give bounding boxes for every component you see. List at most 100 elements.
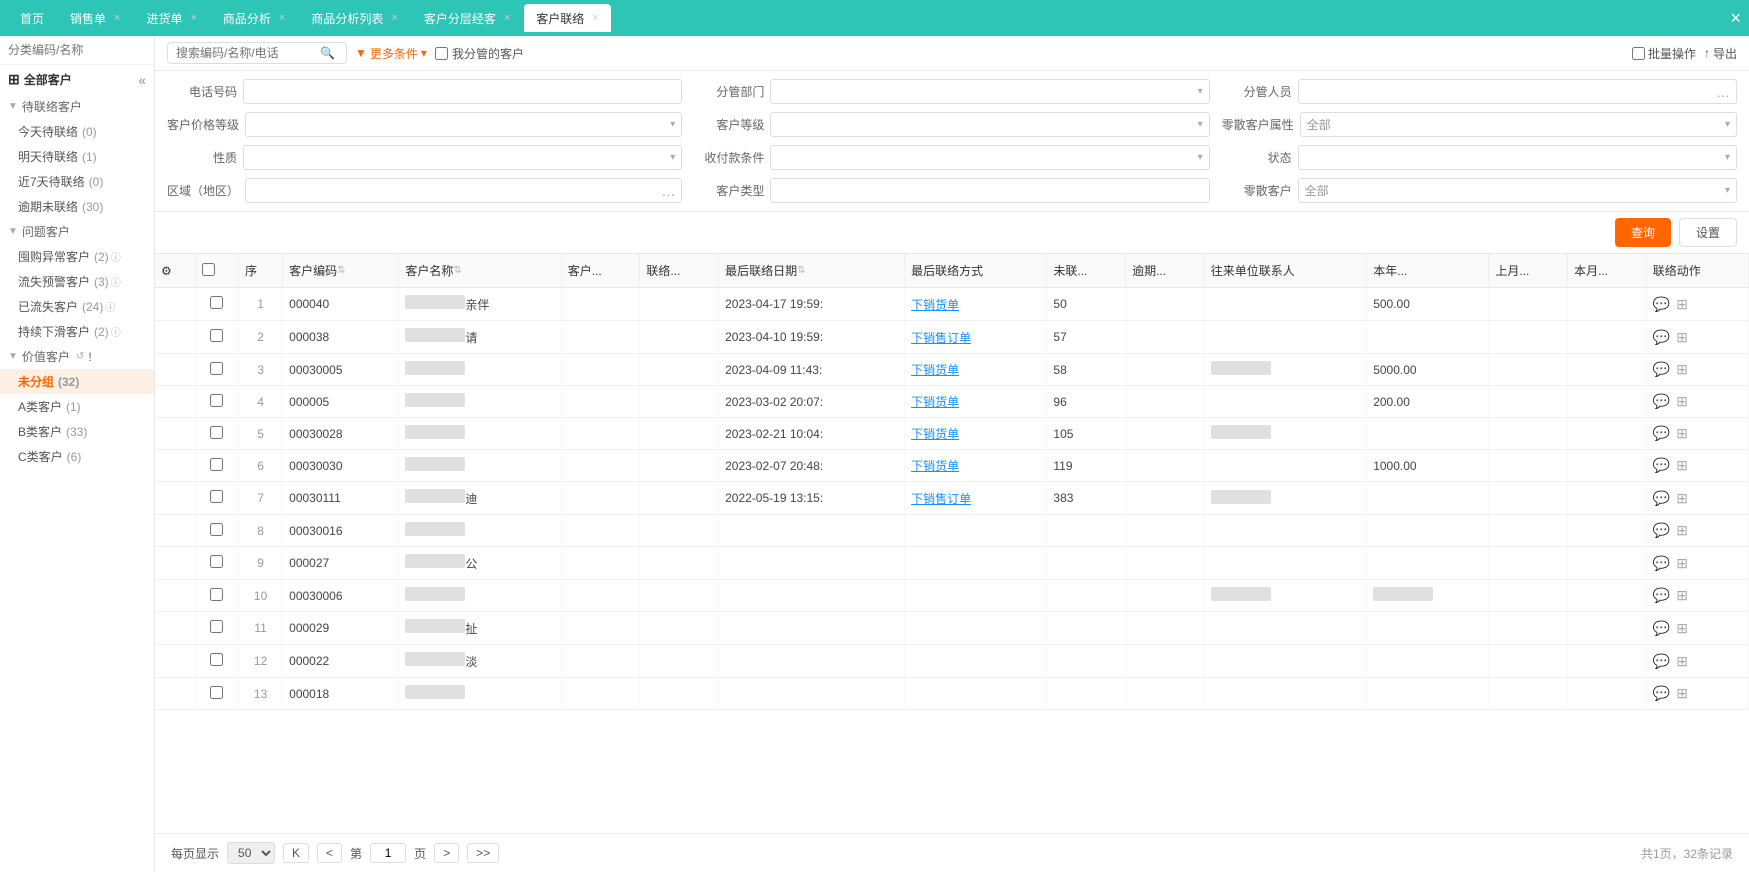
sidebar-item-overdue[interactable]: 逾期未联络(30): [0, 194, 154, 219]
row-last-method[interactable]: 下销货单: [905, 450, 1047, 482]
collapse-sidebar-btn[interactable]: «: [138, 72, 146, 88]
row-checkbox[interactable]: [210, 426, 223, 439]
th-checkbox[interactable]: [195, 254, 239, 288]
row-name[interactable]: [399, 386, 561, 418]
chat-icon[interactable]: 💬: [1653, 425, 1670, 442]
row-checkbox-cell[interactable]: [195, 580, 239, 612]
last-method-link[interactable]: 下销货单: [911, 459, 959, 473]
sidebar-item-hoarding[interactable]: 囤购异常客户(2) ⓘ: [0, 244, 154, 269]
row-checkbox[interactable]: [210, 458, 223, 471]
chat-icon[interactable]: 💬: [1653, 555, 1670, 572]
th-name[interactable]: 客户名称⇅: [399, 254, 561, 288]
tab-sales-close[interactable]: ×: [114, 12, 120, 24]
sidebar-item-class-c[interactable]: C类客户(6): [0, 444, 154, 469]
grid-action-icon[interactable]: ⊞: [1676, 425, 1688, 442]
tab-home[interactable]: 首页: [8, 4, 56, 32]
grid-action-icon[interactable]: ⊞: [1676, 555, 1688, 572]
last-method-link[interactable]: 下销货单: [911, 395, 959, 409]
row-name[interactable]: [399, 678, 561, 710]
row-checkbox-cell[interactable]: [195, 386, 239, 418]
row-name[interactable]: 亲伴: [399, 288, 561, 321]
first-page-btn[interactable]: K: [283, 843, 309, 863]
th-last-date[interactable]: 最后联络日期⇅: [719, 254, 905, 288]
tab-product-analysis[interactable]: 商品分析 ×: [211, 4, 297, 32]
chat-icon[interactable]: 💬: [1653, 361, 1670, 378]
row-name[interactable]: 请: [399, 321, 561, 354]
status-input[interactable]: ▾: [1298, 145, 1737, 170]
row-name[interactable]: [399, 450, 561, 482]
payment-input[interactable]: ▾: [770, 145, 1209, 170]
tab-customer-contact-close[interactable]: ×: [592, 12, 598, 24]
sidebar-item-lost[interactable]: 已流失客户(24) ⓘ: [0, 294, 154, 319]
grid-action-icon[interactable]: ⊞: [1676, 685, 1688, 702]
reset-button[interactable]: 设置: [1679, 218, 1737, 247]
row-last-method[interactable]: 下销货单: [905, 418, 1047, 450]
row-name[interactable]: [399, 418, 561, 450]
row-name[interactable]: 公: [399, 547, 561, 580]
row-last-method[interactable]: [905, 678, 1047, 710]
row-checkbox[interactable]: [210, 588, 223, 601]
grid-action-icon[interactable]: ⊞: [1676, 393, 1688, 410]
person-input[interactable]: …: [1298, 79, 1737, 104]
value-group-header[interactable]: ▼ 价值客户 ↺ !: [0, 344, 154, 369]
sidebar-item-class-a[interactable]: A类客户(1): [0, 394, 154, 419]
customer-level-input[interactable]: ▾: [770, 112, 1209, 137]
chat-icon[interactable]: 💬: [1653, 522, 1670, 539]
grid-action-icon[interactable]: ⊞: [1676, 361, 1688, 378]
row-last-method[interactable]: 下销货单: [905, 386, 1047, 418]
grid-action-icon[interactable]: ⊞: [1676, 490, 1688, 507]
prev-page-btn[interactable]: <: [317, 843, 342, 863]
last-method-link[interactable]: 下销售订单: [911, 492, 971, 506]
row-checkbox[interactable]: [210, 620, 223, 633]
my-customers-check[interactable]: [435, 47, 448, 60]
tab-purchase[interactable]: 进货单 ×: [134, 4, 208, 32]
chat-icon[interactable]: 💬: [1653, 620, 1670, 637]
last-method-link[interactable]: 下销货单: [911, 298, 959, 312]
region-input[interactable]: …: [245, 178, 682, 203]
last-method-link[interactable]: 下销货单: [911, 363, 959, 377]
sidebar-item-tomorrow[interactable]: 明天待联络(1): [0, 144, 154, 169]
page-number-input[interactable]: [370, 843, 406, 863]
grid-action-icon[interactable]: ⊞: [1676, 296, 1688, 313]
sidebar-item-declining[interactable]: 持续下滑客户(2) ⓘ: [0, 319, 154, 344]
select-all-checkbox[interactable]: [202, 263, 215, 276]
tab-customer-segment[interactable]: 客户分层经客 ×: [412, 4, 522, 32]
row-last-method[interactable]: [905, 645, 1047, 678]
tab-product-analysis-close[interactable]: ×: [279, 12, 285, 24]
sidebar-search-input[interactable]: [8, 43, 155, 57]
row-checkbox-cell[interactable]: [195, 450, 239, 482]
problem-group-header[interactable]: ▼ 问题客户: [0, 219, 154, 244]
grid-action-icon[interactable]: ⊞: [1676, 329, 1688, 346]
chat-icon[interactable]: 💬: [1653, 490, 1670, 507]
sidebar-item-7days[interactable]: 近7天待联络(0): [0, 169, 154, 194]
row-checkbox-cell[interactable]: [195, 547, 239, 580]
row-checkbox[interactable]: [210, 555, 223, 568]
chat-icon[interactable]: 💬: [1653, 685, 1670, 702]
grid-action-icon[interactable]: ⊞: [1676, 653, 1688, 670]
row-checkbox-cell[interactable]: [195, 678, 239, 710]
sidebar-item-ungrouped[interactable]: 未分组(32): [0, 369, 154, 394]
last-page-btn[interactable]: >>: [467, 843, 499, 863]
row-checkbox-cell[interactable]: [195, 515, 239, 547]
value-refresh-icon[interactable]: ↺: [76, 351, 84, 362]
chat-icon[interactable]: 💬: [1653, 296, 1670, 313]
row-checkbox-cell[interactable]: [195, 612, 239, 645]
batch-check[interactable]: [1632, 47, 1645, 60]
row-checkbox-cell[interactable]: [195, 645, 239, 678]
per-page-select[interactable]: 50: [227, 842, 275, 864]
next-page-btn[interactable]: >: [434, 843, 459, 863]
tab-customer-contact[interactable]: 客户联络 ×: [524, 4, 610, 32]
row-last-method[interactable]: 下销货单: [905, 354, 1047, 386]
tab-customer-segment-close[interactable]: ×: [504, 12, 510, 24]
phone-input[interactable]: [243, 79, 682, 104]
chat-icon[interactable]: 💬: [1653, 587, 1670, 604]
row-name[interactable]: [399, 580, 561, 612]
all-customers-header[interactable]: ⊞ 全部客户 «: [0, 65, 154, 94]
row-checkbox[interactable]: [210, 653, 223, 666]
tab-product-analysis-list-close[interactable]: ×: [391, 12, 397, 24]
row-checkbox[interactable]: [210, 686, 223, 699]
grid-action-icon[interactable]: ⊞: [1676, 457, 1688, 474]
row-checkbox-cell[interactable]: [195, 288, 239, 321]
close-all-btn[interactable]: ×: [1730, 8, 1741, 29]
row-last-method[interactable]: [905, 612, 1047, 645]
